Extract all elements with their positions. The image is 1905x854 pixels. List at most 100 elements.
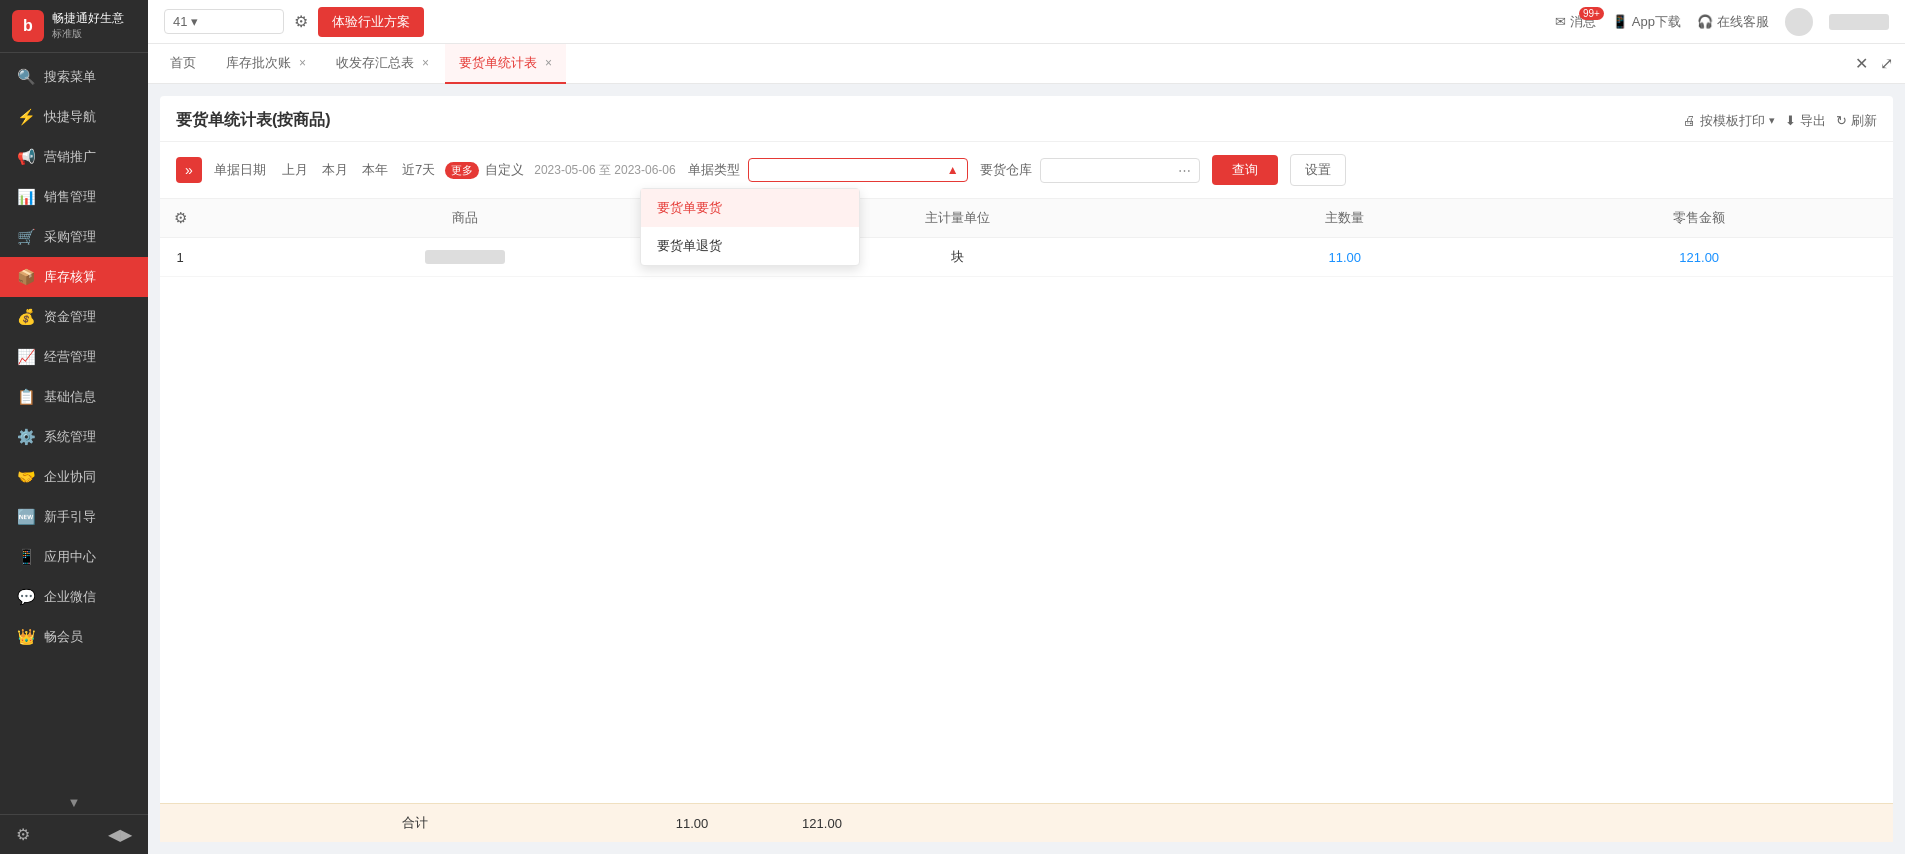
date-range-display: 2023-05-06 至 2023-06-06 [534, 162, 675, 179]
app-download-button[interactable]: 📱 App下载 [1612, 13, 1681, 31]
date-last-month[interactable]: 上月 [278, 159, 312, 181]
page-title: 要货单统计表(按商品) [176, 110, 331, 131]
search-icon: 🔍 [16, 67, 36, 87]
messages-button[interactable]: ✉ 消息 99+ [1555, 13, 1596, 31]
topbar-chevron-icon: ▾ [191, 14, 198, 29]
tabs-maximize-icon[interactable]: ⤢ [1876, 50, 1897, 77]
tab-summary[interactable]: 收发存汇总表 × [322, 44, 443, 84]
row-index: 1 [160, 238, 200, 277]
type-select[interactable]: ▲ [748, 158, 968, 182]
sidebar-item-search[interactable]: 🔍 搜索菜单 [0, 57, 148, 97]
query-button[interactable]: 查询 [1212, 155, 1278, 185]
type-label: 单据类型 [688, 161, 740, 179]
topbar-gear-icon[interactable]: ⚙ [294, 12, 308, 31]
message-icon: ✉ [1555, 14, 1566, 29]
tab-close-order-stats[interactable]: × [545, 56, 552, 70]
sidebar-bottom: ⚙ ◀▶ [0, 814, 148, 854]
type-filter-group: 单据类型 ▲ [688, 158, 968, 182]
page-header: 要货单统计表(按商品) 🖨 按模板打印 ▾ ⬇ 导出 ↻ 刷新 [160, 96, 1893, 142]
sidebar-item-newbie[interactable]: 🆕 新手引导 [0, 497, 148, 537]
type-select-caret: ▲ [947, 163, 959, 177]
tabs-bar: 首页 库存批次账 × 收发存汇总表 × 要货单统计表 × ✕ ⤢ [148, 44, 1905, 84]
tab-close-inventory-batch[interactable]: × [299, 56, 306, 70]
newbie-icon: 🆕 [16, 507, 36, 527]
purchase-icon: 🛒 [16, 227, 36, 247]
sales-icon: 📊 [16, 187, 36, 207]
sidebar-item-finance[interactable]: 💰 资金管理 [0, 297, 148, 337]
tab-order-stats[interactable]: 要货单统计表 × [445, 44, 566, 84]
row-qty[interactable]: 11.00 [1184, 238, 1505, 277]
sidebar-item-sales[interactable]: 📊 销售管理 [0, 177, 148, 217]
date-label: 单据日期 [214, 161, 266, 179]
row-amount[interactable]: 121.00 [1505, 238, 1893, 277]
headset-icon: 🎧 [1697, 14, 1713, 29]
export-button[interactable]: ⬇ 导出 [1785, 112, 1826, 130]
date-custom-btn[interactable]: 自定义 [485, 161, 524, 179]
sidebar-item-purchase[interactable]: 🛒 采购管理 [0, 217, 148, 257]
sidebar-item-marketing[interactable]: 📢 营销推广 [0, 137, 148, 177]
filter-expand-button[interactable]: » [176, 157, 202, 183]
member-icon: 👑 [16, 627, 36, 647]
date-this-year[interactable]: 本年 [358, 159, 392, 181]
sidebar-item-wechat[interactable]: 💬 企业微信 [0, 577, 148, 617]
type-dropdown: 要货单要货 要货单退货 [640, 188, 860, 266]
sidebar-item-system[interactable]: ⚙️ 系统管理 [0, 417, 148, 457]
export-icon: ⬇ [1785, 113, 1796, 128]
enterprise-icon: 🤝 [16, 467, 36, 487]
sidebar-item-quicknav[interactable]: ⚡ 快捷导航 [0, 97, 148, 137]
sidebar-settings-icon[interactable]: ⚙ [16, 825, 30, 844]
footer-total-amount: 121.00 [782, 816, 862, 831]
topbar-left: 41 ▾ ⚙ 体验行业方案 [164, 7, 424, 37]
dropdown-item-1[interactable]: 要货单退货 [641, 227, 859, 265]
date-last-7days[interactable]: 近7天 [398, 159, 439, 181]
tab-home[interactable]: 首页 [156, 44, 210, 84]
table-footer: 合计 11.00 121.00 [160, 803, 1893, 842]
warehouse-filter-group: 要货仓库 ⋯ [980, 158, 1200, 183]
date-buttons: 上月 本月 本年 近7天 更多 自定义 2023-05-06 至 2023-06… [278, 159, 676, 181]
table-container: ⚙ 商品 主计量单位 主数量 零售金额 1 [160, 199, 1893, 803]
sidebar-item-enterprise[interactable]: 🤝 企业协同 [0, 457, 148, 497]
table-row: 1 块 11.00 121.00 [160, 238, 1893, 277]
date-more-badge[interactable]: 更多 [445, 162, 479, 179]
date-this-month[interactable]: 本月 [318, 159, 352, 181]
refresh-button[interactable]: ↻ 刷新 [1836, 112, 1877, 130]
sidebar-item-apps[interactable]: 📱 应用中心 [0, 537, 148, 577]
table-header-amount: 零售金额 [1505, 199, 1893, 238]
app-logo-icon: b [12, 10, 44, 42]
print-chevron-icon: ▾ [1769, 114, 1775, 127]
table-header-settings[interactable]: ⚙ [160, 199, 200, 238]
topbar-select[interactable]: 41 ▾ [164, 9, 284, 34]
tab-inventory-batch[interactable]: 库存批次账 × [212, 44, 320, 84]
data-table: ⚙ 商品 主计量单位 主数量 零售金额 1 [160, 199, 1893, 277]
column-settings-icon[interactable]: ⚙ [174, 209, 187, 226]
dropdown-item-0[interactable]: 要货单要货 [641, 189, 859, 227]
trial-button[interactable]: 体验行业方案 [318, 7, 424, 37]
settings-button[interactable]: 设置 [1290, 154, 1346, 186]
print-button[interactable]: 🖨 按模板打印 ▾ [1683, 112, 1775, 130]
finance-icon: 💰 [16, 307, 36, 327]
sidebar-item-member[interactable]: 👑 畅会员 [0, 617, 148, 657]
sidebar-item-basics[interactable]: 📋 基础信息 [0, 377, 148, 417]
footer-total-label: 合计 [402, 814, 482, 832]
topbar-right: ✉ 消息 99+ 📱 App下载 🎧 在线客服 [1555, 8, 1889, 36]
sidebar-item-inventory[interactable]: 📦 库存核算 [0, 257, 148, 297]
username-label [1829, 14, 1889, 30]
user-avatar[interactable] [1785, 8, 1813, 36]
sidebar-item-operations[interactable]: 📈 经营管理 [0, 337, 148, 377]
sidebar-scroll-down[interactable]: ▼ [0, 791, 148, 814]
table-body: 1 块 11.00 121.00 [160, 238, 1893, 277]
topbar: 41 ▾ ⚙ 体验行业方案 ✉ 消息 99+ 📱 App下载 🎧 在线客服 [148, 0, 1905, 44]
app-logo-text: 畅捷通好生意 标准版 [52, 11, 124, 41]
refresh-icon: ↻ [1836, 113, 1847, 128]
warehouse-select[interactable]: ⋯ [1040, 158, 1200, 183]
tabs-right-controls: ✕ ⤢ [1851, 50, 1905, 77]
page-actions: 🖨 按模板打印 ▾ ⬇ 导出 ↻ 刷新 [1683, 112, 1877, 130]
tabs-close-all-icon[interactable]: ✕ [1851, 50, 1872, 77]
filter-bar: » 单据日期 上月 本月 本年 近7天 更多 自定义 2023-05-06 至 … [160, 142, 1893, 199]
tab-close-summary[interactable]: × [422, 56, 429, 70]
sidebar: b 畅捷通好生意 标准版 🔍 搜索菜单 ⚡ 快捷导航 📢 营销推广 📊 销售管理… [0, 0, 148, 854]
basics-icon: 📋 [16, 387, 36, 407]
sidebar-collapse-icon[interactable]: ◀▶ [108, 825, 132, 844]
warehouse-more-icon: ⋯ [1178, 163, 1191, 178]
online-service-button[interactable]: 🎧 在线客服 [1697, 13, 1769, 31]
